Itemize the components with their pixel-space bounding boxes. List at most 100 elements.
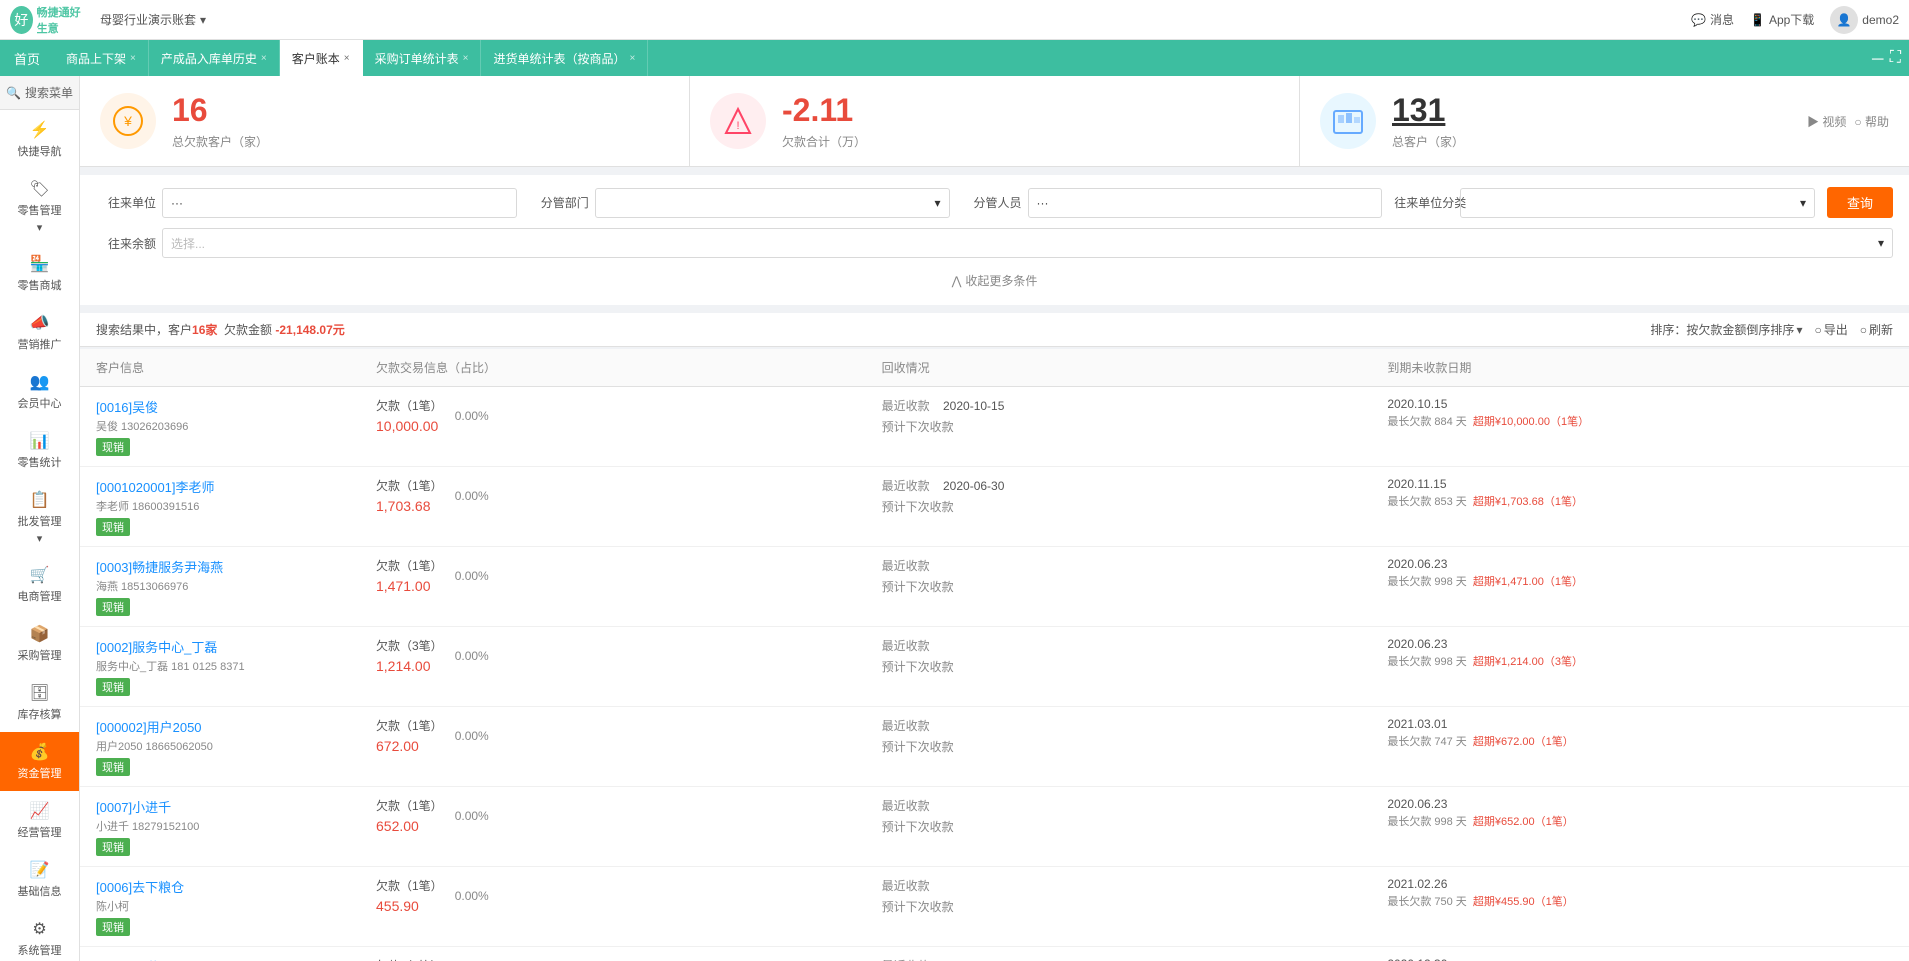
sidebar-item-retail-shop[interactable]: 🏪 零售商城 bbox=[0, 244, 79, 303]
sidebar-item-inventory-label: 库存核算 bbox=[18, 706, 62, 722]
balance-select[interactable]: 选择... ▾ bbox=[162, 228, 1893, 258]
person-input[interactable]: ··· bbox=[1028, 188, 1383, 218]
debt-amount-3[interactable]: 1,471.00 bbox=[376, 578, 443, 594]
sidebar-item-purchase-label: 采购管理 bbox=[18, 647, 62, 663]
tab-purchase-stat-close[interactable]: × bbox=[629, 53, 635, 64]
sidebar-item-finance-label: 资金管理 bbox=[18, 765, 62, 781]
due-date-2: 2020.11.15 bbox=[1387, 477, 1893, 491]
debt-info-cell-6: 欠款（1笔） 652.00 0.00% bbox=[376, 797, 882, 834]
finance-icon: 💰 bbox=[30, 742, 50, 762]
overdue-link-6[interactable]: 超期¥652.00（1笔） bbox=[1473, 816, 1574, 828]
customer-name-3[interactable]: [0003]畅捷服务尹海燕 bbox=[96, 557, 376, 576]
tab-home[interactable]: 首页 bbox=[0, 40, 54, 76]
tab-production[interactable]: 产成品入库单历史 × bbox=[149, 40, 280, 76]
customer-name-2[interactable]: [0001020001]李老师 bbox=[96, 477, 376, 496]
sort-button[interactable]: 排序：按欠款金额倒序排序 ▾ bbox=[1650, 321, 1802, 338]
collapse-button[interactable]: ⋀ 收起更多条件 bbox=[96, 268, 1893, 293]
balance-placeholder: 选择... bbox=[171, 235, 205, 252]
sidebar-item-system[interactable]: ⚙ 系统管理 bbox=[0, 909, 79, 961]
sidebar-item-marketing[interactable]: 📣 营销推广 bbox=[0, 303, 79, 362]
sidebar-item-member[interactable]: 👥 会员中心 bbox=[0, 362, 79, 421]
customer-name-5[interactable]: [000002]用户2050 bbox=[96, 717, 376, 736]
due-date-cell-7: 2021.02.26 最长欠款 750 天 超期¥455.90（1笔） bbox=[1387, 877, 1893, 909]
source-unit-value: ··· bbox=[171, 196, 183, 210]
recovery-cell-5: 最近收款 预计下次收款 bbox=[882, 717, 1388, 755]
sidebar-item-inventory[interactable]: 🗄 库存核算 bbox=[0, 673, 79, 732]
sidebar-item-finance[interactable]: 💰 资金管理 bbox=[0, 732, 79, 791]
tab-customer-account[interactable]: 客户账本 × bbox=[280, 40, 363, 76]
stat-label-3: 总客户（家） bbox=[1392, 133, 1464, 150]
sidebar-search[interactable]: 🔍 搜索菜单 bbox=[0, 76, 79, 110]
app-name: 畅捷通好生意 bbox=[37, 4, 90, 36]
sidebar-item-purchase[interactable]: 📦 采购管理 bbox=[0, 614, 79, 673]
customer-name-6[interactable]: [0007]小进千 bbox=[96, 797, 376, 816]
stat-actions: ▶ 视频 ○ 帮助 bbox=[1807, 113, 1889, 130]
help-icon: ○ bbox=[1854, 115, 1861, 129]
customer-name-8[interactable]: [000001]黄思源 bbox=[96, 957, 376, 961]
category-dropdown-icon: ▾ bbox=[1800, 196, 1806, 210]
tab-purchase-stat[interactable]: 进货单统计表（按商品） × bbox=[481, 40, 648, 76]
top-bar: 好 畅捷通好生意 母婴行业演示账套 ▾ 💬 消息 📱 App下载 👤 demo2 bbox=[0, 0, 1909, 40]
due-date-3: 2020.06.23 bbox=[1387, 557, 1893, 571]
app-download-btn[interactable]: 📱 App下载 bbox=[1750, 11, 1814, 28]
quicknav-icon: ⚡ bbox=[30, 120, 50, 140]
video-btn[interactable]: ▶ 视频 bbox=[1807, 113, 1846, 130]
help-btn[interactable]: ○ 帮助 bbox=[1854, 113, 1889, 130]
sidebar-item-ecommerce[interactable]: 🛒 电商管理 bbox=[0, 555, 79, 614]
export-btn[interactable]: ○ 导出 bbox=[1814, 321, 1847, 338]
sidebar-item-basic[interactable]: 📝 基础信息 bbox=[0, 850, 79, 909]
store-selector[interactable]: 母婴行业演示账套 ▾ bbox=[90, 11, 1691, 28]
customer-name-1[interactable]: [0016]吴俊 bbox=[96, 397, 376, 416]
tab-customer-account-close[interactable]: × bbox=[344, 53, 350, 64]
debt-amount-4[interactable]: 1,214.00 bbox=[376, 658, 443, 674]
debt-amount-6[interactable]: 652.00 bbox=[376, 818, 443, 834]
overdue-link-7[interactable]: 超期¥455.90（1笔） bbox=[1473, 896, 1574, 908]
stat-label-2: 欠款合计（万） bbox=[782, 133, 866, 150]
tab-production-close[interactable]: × bbox=[261, 53, 267, 64]
results-info: 搜索结果中，客户16家 欠款金额 -21,148.07元 排序：按欠款金额倒序排… bbox=[80, 313, 1909, 347]
sidebar-item-quick-nav[interactable]: ⚡ 快捷导航 bbox=[0, 110, 79, 169]
debt-info-cell-4: 欠款（3笔） 1,214.00 0.00% bbox=[376, 637, 882, 674]
user-menu[interactable]: 👤 demo2 bbox=[1830, 6, 1899, 34]
debt-amount-5[interactable]: 672.00 bbox=[376, 738, 443, 754]
overdue-link-2[interactable]: 超期¥1,703.68（1笔） bbox=[1473, 496, 1583, 508]
tab-purchase-order-close[interactable]: × bbox=[463, 53, 469, 64]
debt-amount-1[interactable]: 10,000.00 bbox=[376, 418, 443, 434]
refresh-label: 刷新 bbox=[1869, 321, 1893, 338]
due-date-4: 2020.06.23 bbox=[1387, 637, 1893, 651]
sidebar-item-batch-mgmt[interactable]: 📋 批发管理 ▾ bbox=[0, 480, 79, 555]
tab-purchase-order[interactable]: 采购订单统计表 × bbox=[363, 40, 482, 76]
retail-stat-icon: 📊 bbox=[30, 431, 50, 451]
customer-name-7[interactable]: [0006]去下粮仓 bbox=[96, 877, 376, 896]
stat-card-2: ! -2.11 欠款合计（万） bbox=[690, 76, 1300, 166]
sidebar-item-retail-mgmt[interactable]: 🏷 零售管理 ▾ bbox=[0, 169, 79, 244]
overdue-link-3[interactable]: 超期¥1,471.00（1笔） bbox=[1473, 576, 1583, 588]
dept-select[interactable]: ▾ bbox=[595, 188, 950, 218]
source-unit-input[interactable]: ··· bbox=[162, 188, 517, 218]
search-button[interactable]: 查询 bbox=[1827, 187, 1893, 218]
tab-goods-close[interactable]: × bbox=[130, 53, 136, 64]
sidebar-item-retail-stat[interactable]: 📊 零售统计 bbox=[0, 421, 79, 480]
due-date-cell-3: 2020.06.23 最长欠款 998 天 超期¥1,471.00（1笔） bbox=[1387, 557, 1893, 589]
operation-icon: 📈 bbox=[30, 801, 50, 821]
category-select[interactable]: ▾ bbox=[1460, 188, 1815, 218]
refresh-btn[interactable]: ○ 刷新 bbox=[1860, 321, 1893, 338]
debt-count-5: 欠款（1笔） bbox=[376, 717, 443, 734]
message-btn[interactable]: 💬 消息 bbox=[1691, 11, 1734, 28]
sidebar-item-operation[interactable]: 📈 经营管理 bbox=[0, 791, 79, 850]
minimize-icon[interactable]: － bbox=[1870, 46, 1886, 70]
overdue-link-4[interactable]: 超期¥1,214.00（3笔） bbox=[1473, 656, 1583, 668]
stat-value-1: 16 bbox=[172, 92, 268, 129]
tab-customer-account-label: 客户账本 bbox=[292, 50, 340, 67]
tab-goods[interactable]: 商品上下架 × bbox=[54, 40, 149, 76]
debt-amount-2[interactable]: 1,703.68 bbox=[376, 498, 443, 514]
system-icon: ⚙ bbox=[32, 919, 46, 939]
ecommerce-icon: 🛒 bbox=[30, 565, 50, 585]
overdue-link-1[interactable]: 超期¥10,000.00（1笔） bbox=[1473, 416, 1589, 428]
customer-name-4[interactable]: [0002]服务中心_丁磊 bbox=[96, 637, 376, 656]
user-avatar: 👤 bbox=[1830, 6, 1858, 34]
maximize-icon[interactable]: ⛶ bbox=[1890, 49, 1901, 67]
overdue-link-5[interactable]: 超期¥672.00（1笔） bbox=[1473, 736, 1574, 748]
recovery-next-3: 预计下次收款 bbox=[882, 578, 1388, 595]
debt-amount-7[interactable]: 455.90 bbox=[376, 898, 443, 914]
